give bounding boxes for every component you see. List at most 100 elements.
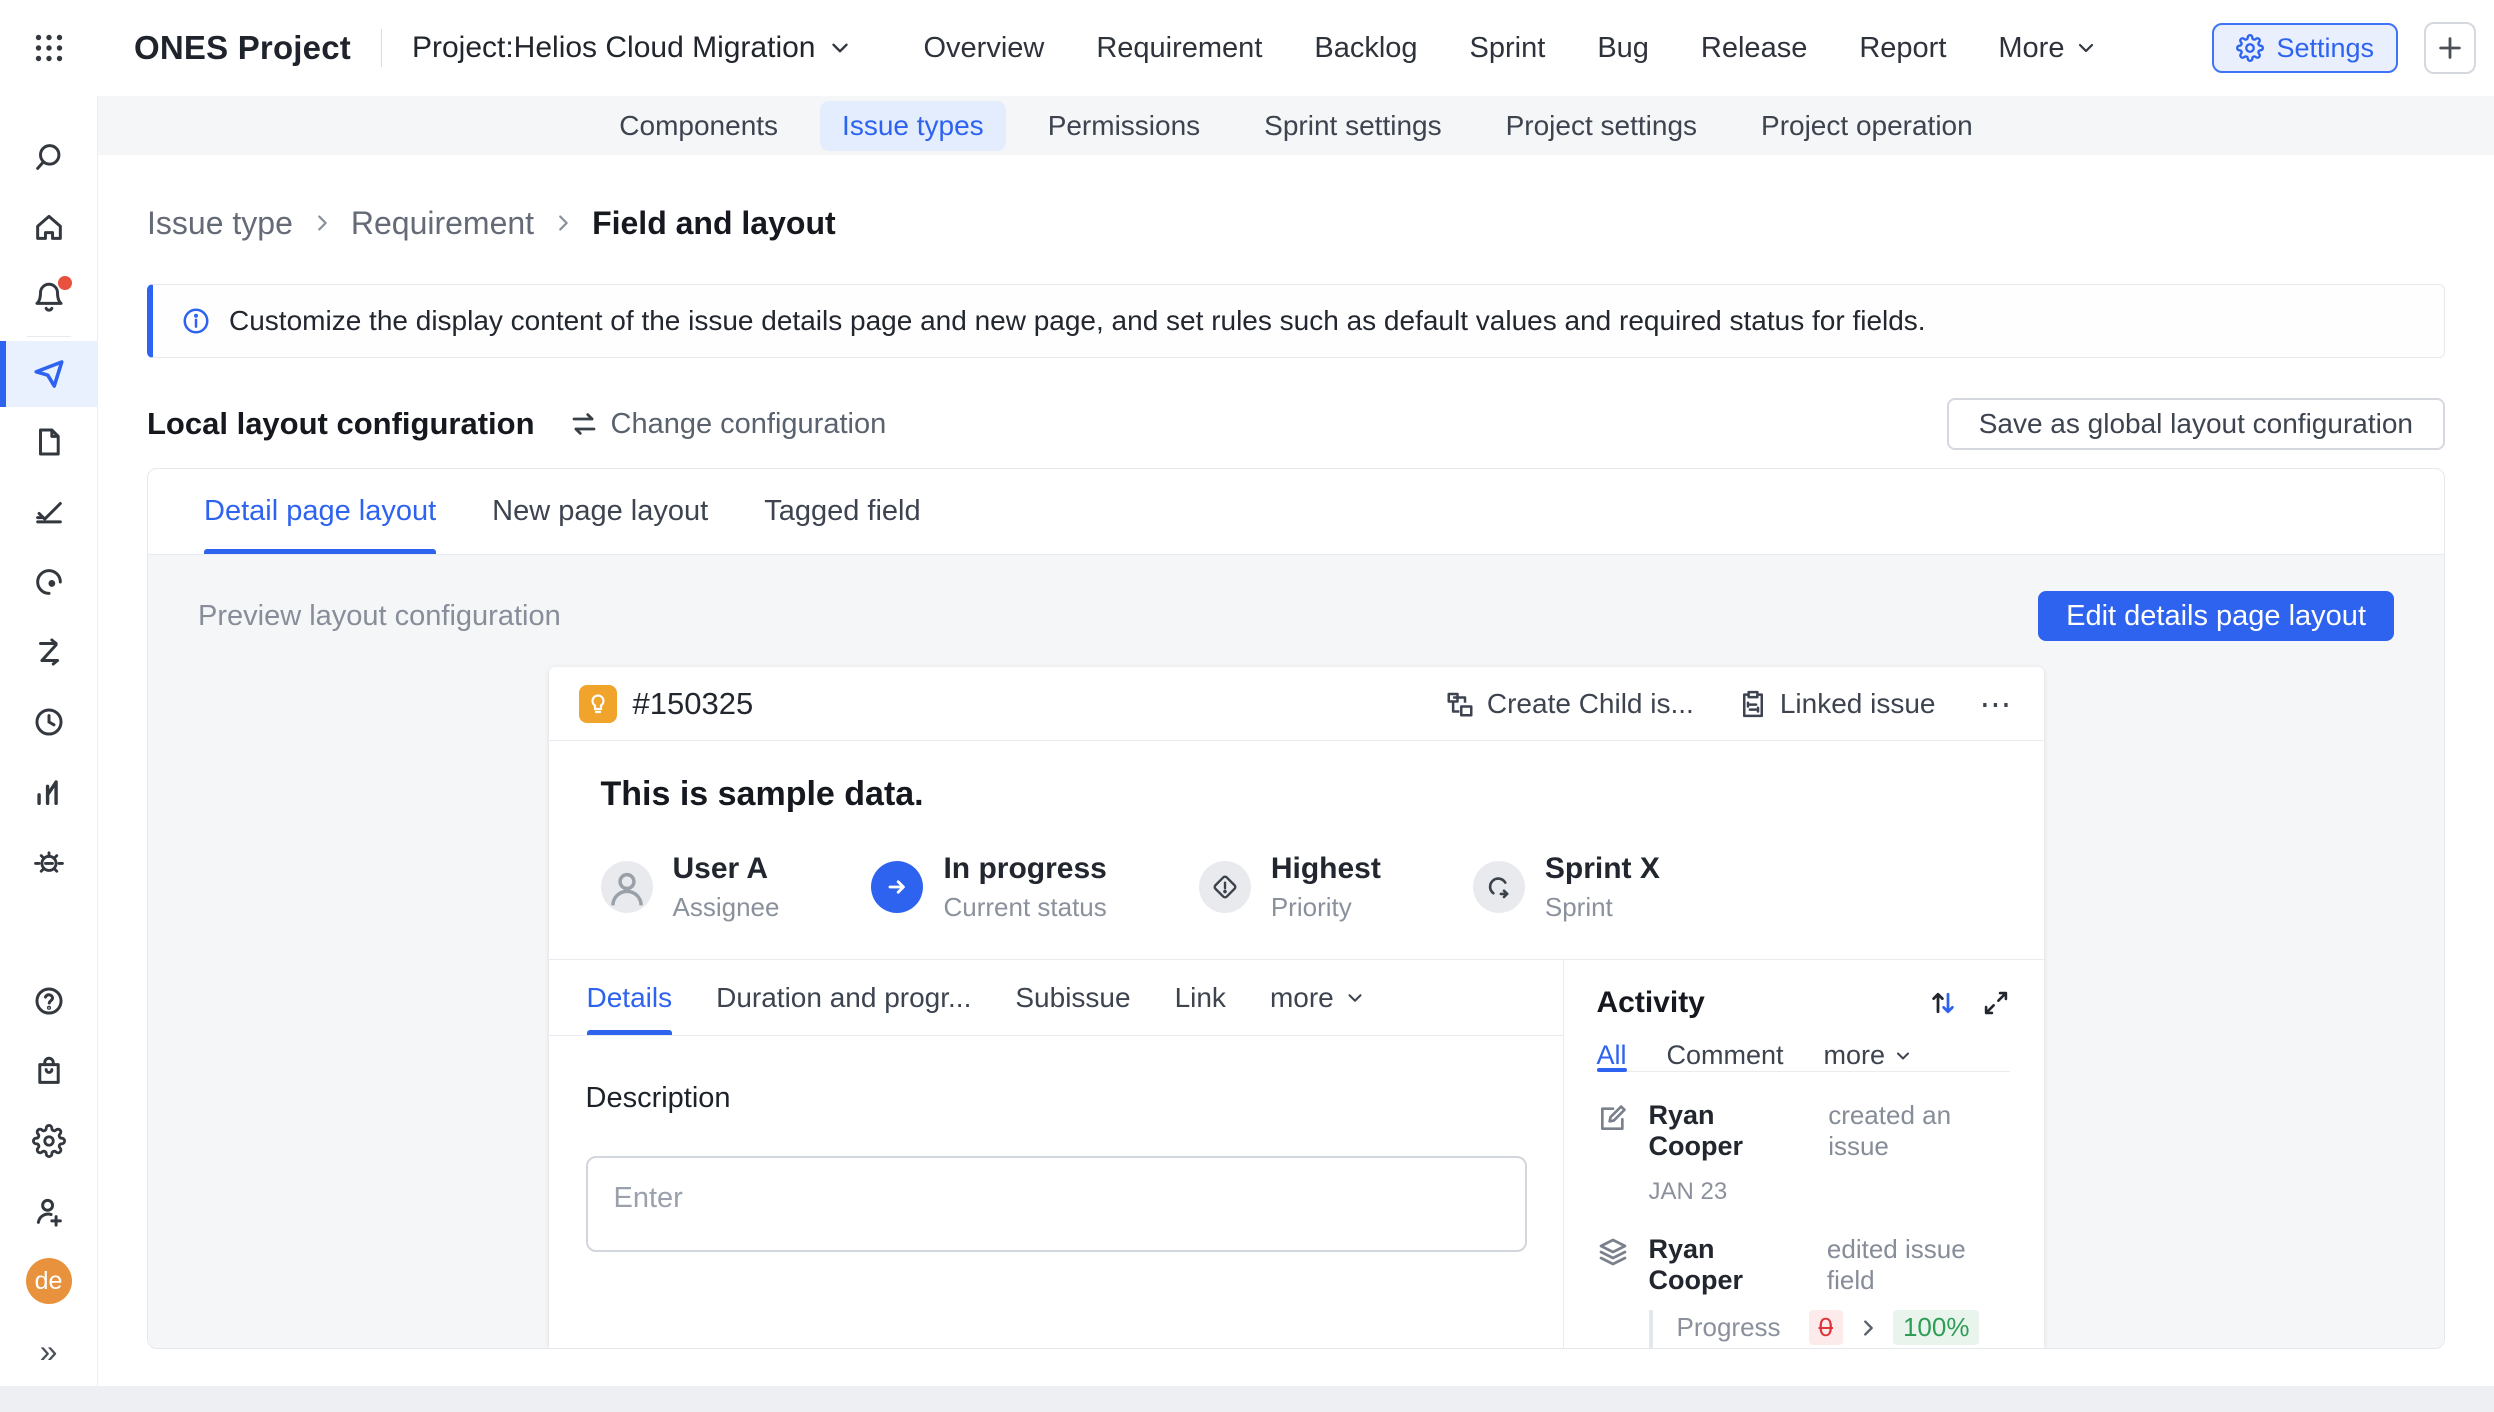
activity-tab-comment[interactable]: Comment bbox=[1667, 1040, 1784, 1071]
configuration-title: Local layout configuration bbox=[147, 406, 535, 441]
sidebar-item-project-active[interactable] bbox=[0, 341, 97, 407]
issue-detail-tabs: Details Duration and progr... Subissue L… bbox=[548, 960, 1563, 1036]
tab-link[interactable]: Link bbox=[1175, 960, 1226, 1035]
tab-new-page-layout[interactable]: New page layout bbox=[492, 469, 708, 554]
activity-user[interactable]: Ryan Cooper bbox=[1649, 1100, 1809, 1162]
breadcrumb-issue-type[interactable]: Issue type bbox=[147, 205, 293, 242]
activity-tab-all[interactable]: All bbox=[1596, 1040, 1627, 1072]
breadcrumb: Issue type Requirement Field and layout bbox=[147, 202, 2445, 244]
add-button[interactable] bbox=[2424, 22, 2476, 74]
tab-tagged-field[interactable]: Tagged field bbox=[764, 469, 920, 554]
activity-header: Activity bbox=[1597, 986, 2010, 1020]
help-icon[interactable] bbox=[0, 966, 97, 1036]
main-nav: Overview Requirement Backlog Sprint Bug … bbox=[923, 32, 2098, 65]
changed-field-name: Progress bbox=[1676, 1312, 1781, 1342]
sort-order-icon[interactable] bbox=[1928, 988, 1958, 1018]
subnav-project-settings[interactable]: Project settings bbox=[1484, 101, 1719, 151]
chevron-right-icon bbox=[559, 215, 568, 231]
gauge-icon[interactable] bbox=[0, 547, 97, 617]
notifications-bell-icon[interactable] bbox=[0, 262, 97, 332]
subnav-issue-types[interactable]: Issue types bbox=[820, 100, 1006, 151]
app-title: ONES Project bbox=[134, 29, 351, 66]
expand-icon[interactable] bbox=[1982, 989, 2010, 1017]
linked-issue-button[interactable]: Linked issue bbox=[1738, 688, 1936, 720]
field-sprint[interactable]: Sprint X Sprint bbox=[1472, 852, 1660, 923]
link-clipboard-icon bbox=[1742, 690, 1763, 717]
nav-bug[interactable]: Bug bbox=[1597, 32, 1649, 65]
invite-member-icon[interactable] bbox=[0, 1176, 97, 1246]
nav-requirement[interactable]: Requirement bbox=[1096, 32, 1262, 65]
user-avatar[interactable]: de bbox=[0, 1246, 97, 1316]
workflow-icon[interactable] bbox=[0, 617, 97, 687]
field-current-status[interactable]: In progress Current status bbox=[871, 852, 1107, 923]
nav-release[interactable]: Release bbox=[1701, 32, 1807, 65]
tab-subissue[interactable]: Subissue bbox=[1015, 960, 1130, 1035]
subnav-components[interactable]: Components bbox=[597, 101, 800, 151]
chevron-down-icon bbox=[2079, 43, 2094, 53]
sprint-loop-icon bbox=[1472, 861, 1525, 913]
tab-duration-progress[interactable]: Duration and progr... bbox=[716, 960, 971, 1035]
tab-more[interactable]: more bbox=[1270, 960, 1366, 1035]
subtree-icon bbox=[1447, 692, 1473, 716]
description-section: Description bbox=[549, 1036, 1563, 1257]
preview-header: Preview layout configuration Edit detail… bbox=[198, 591, 2394, 641]
settings-gear-icon[interactable] bbox=[0, 1106, 97, 1176]
description-label: Description bbox=[585, 1082, 731, 1114]
subnav-sprint-settings[interactable]: Sprint settings bbox=[1242, 101, 1463, 151]
issue-preview-card: #150325 Create Child is... Linked issue … bbox=[548, 667, 2044, 1348]
nav-more[interactable]: More bbox=[1998, 32, 2098, 65]
project-settings-subnav: Components Issue types Permissions Sprin… bbox=[98, 96, 2494, 155]
project-icon bbox=[33, 360, 64, 388]
activity-panel: Activity All Comment more Ryan Cooper cr… bbox=[1564, 960, 2044, 1348]
chevron-down-icon bbox=[832, 43, 849, 53]
nav-backlog[interactable]: Backlog bbox=[1314, 32, 1417, 65]
field-assignee[interactable]: User A Assignee bbox=[600, 852, 779, 923]
subnav-project-operation[interactable]: Project operation bbox=[1739, 101, 1995, 151]
nav-overview[interactable]: Overview bbox=[923, 32, 1044, 65]
home-icon[interactable] bbox=[0, 192, 97, 262]
old-value: 0 bbox=[1808, 1310, 1843, 1345]
project-selector[interactable]: Project:Helios Cloud Migration bbox=[412, 31, 854, 65]
preview-hint-text: Preview layout configuration bbox=[198, 599, 561, 632]
preview-panel: Preview layout configuration Edit detail… bbox=[148, 555, 2444, 1348]
report-check-icon[interactable] bbox=[0, 477, 97, 547]
settings-button[interactable]: Settings bbox=[2212, 23, 2398, 73]
notification-badge bbox=[57, 276, 72, 290]
collapse-sidebar-button[interactable]: » bbox=[0, 1316, 97, 1386]
issue-detail-column: Details Duration and progr... Subissue L… bbox=[548, 960, 1564, 1348]
app-header: ONES Project Project:Helios Cloud Migrat… bbox=[0, 0, 2494, 96]
change-configuration-link[interactable]: Change configuration bbox=[569, 408, 886, 441]
avatar-initials: de bbox=[25, 1258, 72, 1304]
nav-sprint[interactable]: Sprint bbox=[1470, 32, 1546, 65]
document-icon[interactable] bbox=[0, 407, 97, 477]
info-banner-text: Customize the display content of the iss… bbox=[229, 305, 1926, 336]
create-child-issue-button[interactable]: Create Child is... bbox=[1445, 688, 1694, 720]
chart-icon[interactable] bbox=[0, 757, 97, 827]
clock-icon[interactable] bbox=[0, 687, 97, 757]
chevron-down-icon bbox=[1897, 1052, 1910, 1059]
breadcrumb-requirement[interactable]: Requirement bbox=[351, 205, 534, 242]
edit-details-page-layout-button[interactable]: Edit details page layout bbox=[2038, 591, 2394, 641]
layers-icon bbox=[1597, 1234, 1633, 1348]
layout-tabs: Detail page layout New page layout Tagge… bbox=[148, 469, 2444, 555]
more-actions-button[interactable]: ⋯ bbox=[1980, 685, 2014, 723]
search-icon[interactable] bbox=[0, 122, 97, 192]
sidebar-divider bbox=[26, 336, 71, 337]
activity-tab-more[interactable]: more bbox=[1824, 1040, 1914, 1071]
save-global-layout-button[interactable]: Save as global layout configuration bbox=[1946, 398, 2445, 450]
issue-id: #150325 bbox=[632, 685, 754, 721]
nav-report[interactable]: Report bbox=[1859, 32, 1946, 65]
store-icon[interactable] bbox=[0, 1036, 97, 1106]
activity-tabs: All Comment more bbox=[1596, 1040, 2010, 1072]
activity-user[interactable]: Ryan Cooper bbox=[1649, 1234, 1807, 1296]
issue-card-header: #150325 Create Child is... Linked issue … bbox=[548, 667, 2044, 741]
test-gear-icon[interactable] bbox=[0, 827, 97, 897]
tab-detail-page-layout[interactable]: Detail page layout bbox=[204, 469, 437, 554]
description-input[interactable] bbox=[585, 1156, 1527, 1252]
app-grid-icon[interactable] bbox=[0, 30, 98, 66]
tab-details[interactable]: Details bbox=[586, 960, 672, 1035]
field-priority[interactable]: Highest Priority bbox=[1198, 852, 1381, 923]
gear-icon bbox=[2236, 34, 2265, 62]
subnav-permissions[interactable]: Permissions bbox=[1026, 101, 1222, 151]
field-change-detail: Progress 0 100% JAN 25 bbox=[1648, 1310, 2010, 1348]
